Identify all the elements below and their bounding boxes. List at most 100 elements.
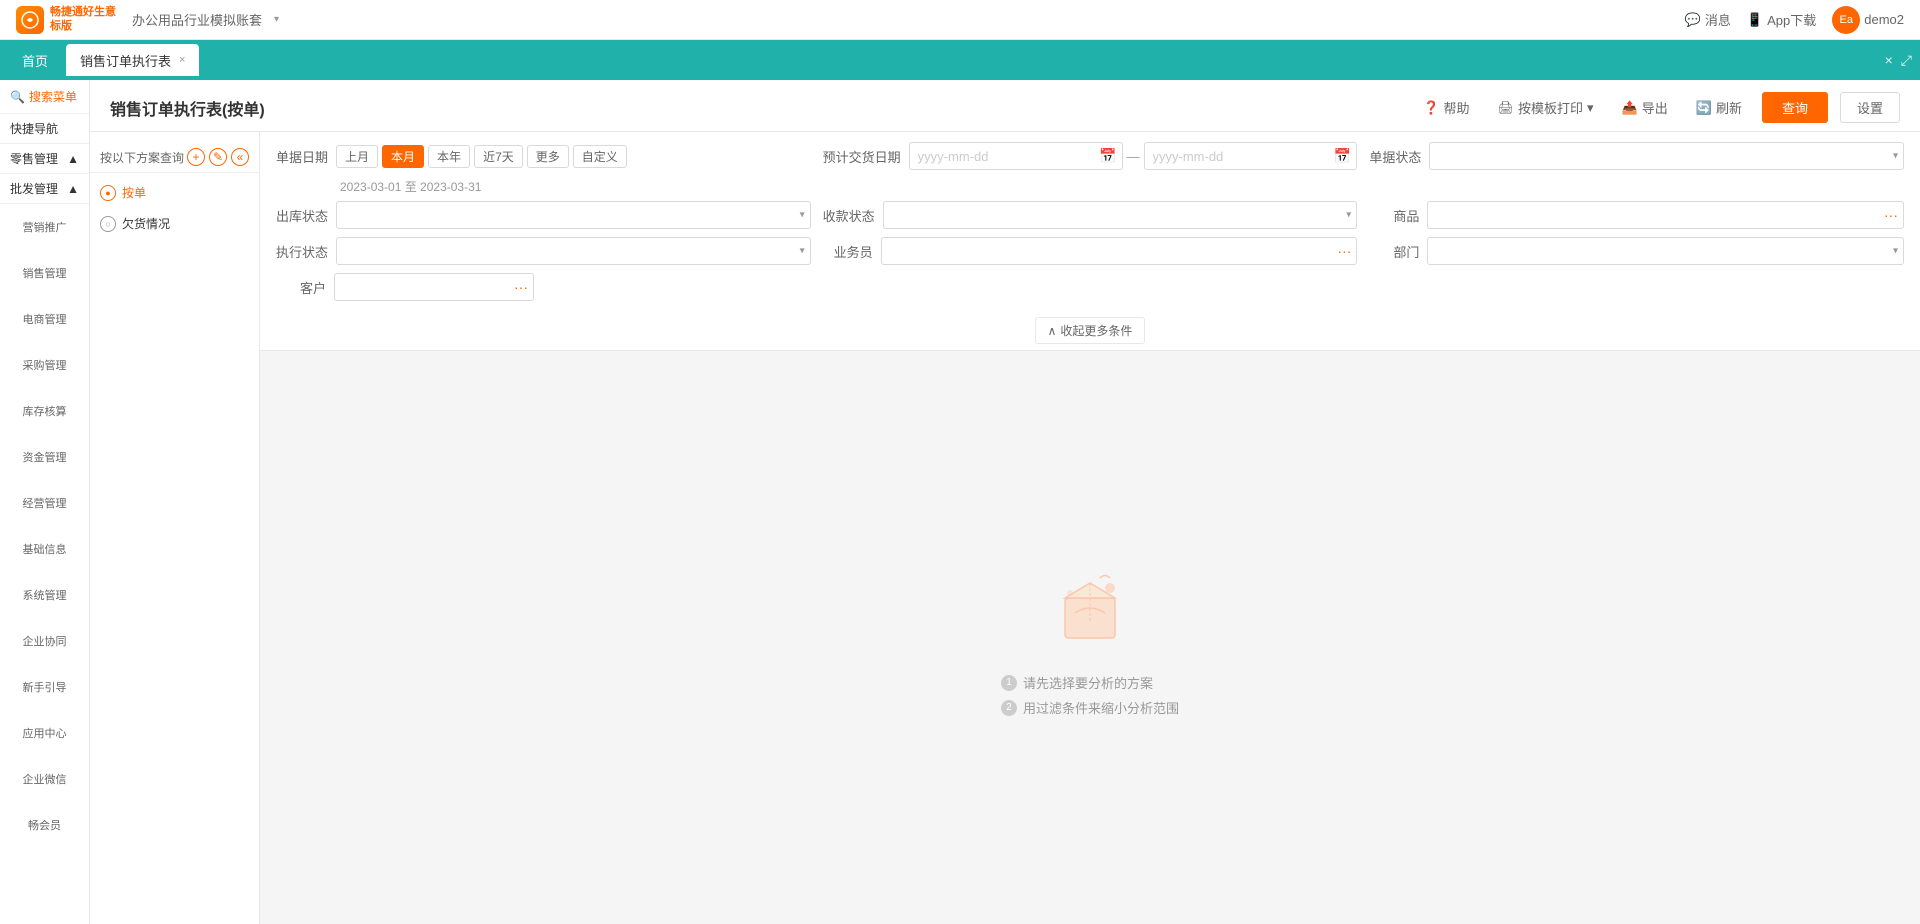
- tab-bar: 首页 销售订单执行表 × × ⤢: [0, 40, 1920, 80]
- logo-area[interactable]: 畅捷通好生意 标版: [16, 6, 116, 34]
- sidebar-item-inventory[interactable]: 库存核算: [0, 388, 89, 434]
- collapse-icon: ∧: [1048, 324, 1057, 338]
- scheme-active-icon: ●: [100, 185, 116, 201]
- goods-input[interactable]: [1427, 201, 1904, 229]
- customer-label: 客户: [276, 278, 326, 297]
- scheme-item-by-order[interactable]: ● 按单: [90, 177, 259, 208]
- sidebar-item-wholesale[interactable]: 批发管理 ▲: [0, 174, 89, 204]
- date-range-display: 2023-03-01 至 2023-03-31: [276, 178, 1904, 201]
- exec-status-select[interactable]: 执行中 已完成: [336, 237, 811, 265]
- customer-dots-icon[interactable]: ···: [514, 279, 528, 295]
- sales-person-group: 业务员 ···: [823, 237, 1358, 265]
- print-dropdown-icon: ▾: [1587, 100, 1594, 116]
- sidebar-item-operations[interactable]: 经营管理: [0, 480, 89, 526]
- tab-expand-btn[interactable]: ⤢: [1901, 52, 1912, 69]
- collapse-row: ∧ 收起更多条件: [276, 309, 1904, 344]
- sales-person-input-wrapper: ···: [881, 237, 1358, 265]
- user-avatar[interactable]: Ea demo2: [1832, 6, 1904, 34]
- sidebar-item-marketing[interactable]: 营销推广: [0, 204, 89, 250]
- page-header: 销售订单执行表(按单) ❓ 帮助 🖨 按模板打印 ▾ 📤 导出 🔄 刷新: [90, 80, 1920, 132]
- scheme-add-btn[interactable]: +: [187, 148, 205, 166]
- page-title: 销售订单执行表(按单): [110, 96, 265, 120]
- calendar-icon-1[interactable]: 📅: [1099, 148, 1116, 165]
- sidebar-item-retail[interactable]: 零售管理 ▲: [0, 144, 89, 174]
- expected-date-inputs: 📅 — 📅: [909, 142, 1358, 170]
- sales-person-label: 业务员: [823, 242, 873, 261]
- department-group: 部门 ▾: [1369, 237, 1904, 265]
- sidebar-item-system[interactable]: 系统管理: [0, 572, 89, 618]
- filter-row-4: 客户 ···: [276, 273, 1904, 301]
- sidebar-item-purchase[interactable]: 采购管理: [0, 342, 89, 388]
- date-this-year-btn[interactable]: 本年: [428, 145, 470, 168]
- sidebar-item-apps[interactable]: 应用中心: [0, 710, 89, 756]
- delivery-status-select[interactable]: 未出库 部分出库 全部出库: [336, 201, 811, 229]
- search-icon: 🔍: [10, 90, 25, 104]
- avatar: Ea: [1832, 6, 1860, 34]
- payment-status-select[interactable]: 未收款 部分收款 全部收款: [883, 201, 1358, 229]
- sidebar-item-finance[interactable]: 资金管理: [0, 434, 89, 480]
- date-this-month-btn[interactable]: 本月: [382, 145, 424, 168]
- tab-minimize-btn[interactable]: ×: [1885, 52, 1893, 68]
- goods-label: 商品: [1369, 206, 1419, 225]
- goods-dots-icon[interactable]: ···: [1884, 207, 1898, 223]
- scheme-header: 按以下方案查询 + ✎ «: [90, 142, 259, 173]
- tip-1-num: 1: [1001, 675, 1017, 691]
- chevron-up-icon: ▲: [67, 152, 79, 166]
- collapse-btn[interactable]: ∧ 收起更多条件: [1035, 317, 1146, 344]
- expected-date-end[interactable]: [1144, 142, 1358, 170]
- sidebar-search[interactable]: 🔍 搜索菜单: [0, 80, 89, 114]
- main-layout: 🔍 搜索菜单 快捷导航 零售管理 ▲ 批发管理 ▲ 营销推广 销售管理 电商管理…: [0, 80, 1920, 924]
- expected-date-start[interactable]: [909, 142, 1123, 170]
- expected-date-label: 预计交货日期: [823, 147, 901, 166]
- help-icon: ❓: [1423, 100, 1439, 116]
- app-download-btn[interactable]: 📱 App下载: [1747, 10, 1816, 29]
- scheme-collapse-btn[interactable]: «: [231, 148, 249, 166]
- help-btn[interactable]: ❓ 帮助: [1415, 94, 1477, 121]
- date-custom-btn[interactable]: 自定义: [573, 145, 627, 168]
- sidebar-item-wechat[interactable]: 企业微信: [0, 756, 89, 802]
- query-btn[interactable]: 查询: [1762, 92, 1828, 123]
- exec-status-wrapper: 执行中 已完成 ▾: [336, 237, 811, 265]
- sidebar-item-ecommerce[interactable]: 电商管理: [0, 296, 89, 342]
- export-btn[interactable]: 📤 导出: [1614, 94, 1676, 121]
- sales-person-dots-icon[interactable]: ···: [1337, 243, 1351, 259]
- date-last-month-btn[interactable]: 上月: [336, 145, 378, 168]
- sidebar-item-guide[interactable]: 新手引导: [0, 664, 89, 710]
- calendar-icon-2[interactable]: 📅: [1334, 148, 1351, 165]
- print-btn[interactable]: 🖨 按模板打印 ▾: [1490, 94, 1602, 121]
- delivery-status-group: 出库状态 未出库 部分出库 全部出库 ▾: [276, 201, 811, 229]
- logo-icon: [16, 6, 44, 34]
- top-header: 畅捷通好生意 标版 办公用品行业模拟账套 ▾ 💬 消息 📱 App下载 Ea d…: [0, 0, 1920, 40]
- left-scheme-panel: 按以下方案查询 + ✎ « ● 按单 ○ 欠货情况: [90, 132, 260, 924]
- empty-state: 1 请先选择要分析的方案 2 用过滤条件来缩小分析范围: [260, 351, 1920, 924]
- customer-input-wrapper: ···: [334, 273, 534, 301]
- date-separator: —: [1127, 149, 1140, 164]
- customer-input[interactable]: [334, 273, 534, 301]
- right-content: 单据日期 上月 本月 本年 近7天 更多 自定义: [260, 132, 1920, 924]
- refresh-btn[interactable]: 🔄 刷新: [1688, 94, 1750, 121]
- order-status-label: 单据状态: [1369, 147, 1421, 166]
- tab-sales-order[interactable]: 销售订单执行表 ×: [66, 44, 199, 76]
- tab-close-icon[interactable]: ×: [179, 54, 185, 66]
- settings-btn[interactable]: 设置: [1840, 92, 1900, 123]
- sidebar-item-enterprise[interactable]: 企业协同: [0, 618, 89, 664]
- tip-2-num: 2: [1001, 700, 1017, 716]
- sidebar-item-basics[interactable]: 基础信息: [0, 526, 89, 572]
- scheme-edit-btn[interactable]: ✎: [209, 148, 227, 166]
- filter-row-3: 执行状态 执行中 已完成 ▾: [276, 237, 1904, 265]
- order-status-select[interactable]: 待审核 审核通过 已完成: [1429, 142, 1904, 170]
- sidebar-item-member[interactable]: 畅会员: [0, 802, 89, 848]
- system-dropdown-icon[interactable]: ▾: [274, 14, 279, 25]
- scheme-item-shortage[interactable]: ○ 欠货情况: [90, 208, 259, 239]
- message-btn[interactable]: 💬 消息: [1685, 10, 1731, 29]
- sales-person-input[interactable]: [881, 237, 1358, 265]
- payment-status-group: 收款状态 未收款 部分收款 全部收款 ▾: [823, 201, 1358, 229]
- sidebar-item-sales[interactable]: 销售管理: [0, 250, 89, 296]
- sidebar-quick-nav[interactable]: 快捷导航: [0, 114, 89, 144]
- tab-home[interactable]: 首页: [8, 44, 62, 76]
- date-more-btn[interactable]: 更多: [527, 145, 569, 168]
- filter-rows: 单据日期 上月 本月 本年 近7天 更多 自定义: [260, 132, 1920, 350]
- date-last7-btn[interactable]: 近7天: [474, 145, 523, 168]
- department-wrapper: ▾: [1427, 237, 1904, 265]
- department-select[interactable]: [1427, 237, 1904, 265]
